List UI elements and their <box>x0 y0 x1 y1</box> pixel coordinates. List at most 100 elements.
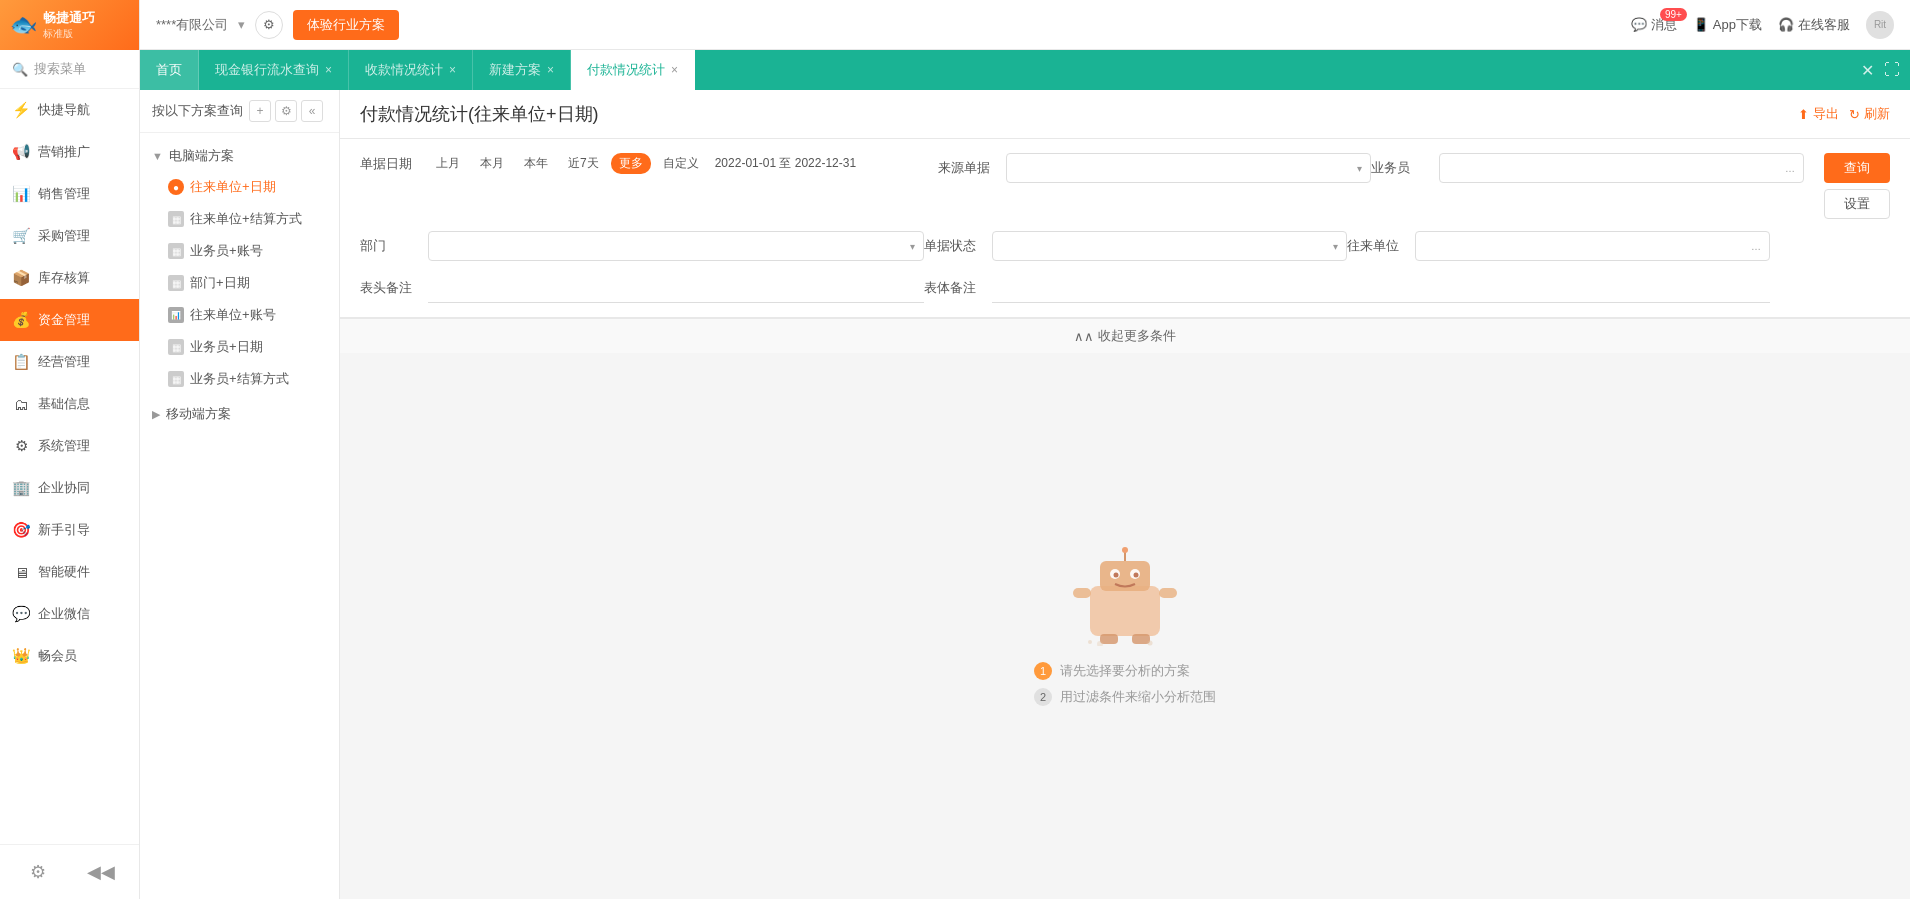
scheme-salesman-date-label: 业务员+日期 <box>190 338 263 356</box>
sidebar-item-basic[interactable]: 🗂 基础信息 <box>0 383 139 425</box>
sidebar-footer: ⚙ ◀◀ <box>0 844 139 899</box>
page-title: 付款情况统计(往来单位+日期) <box>360 102 1798 126</box>
scheme-item-partner-account[interactable]: 📊 往来单位+账号 <box>140 299 339 331</box>
sidebar-item-purchase[interactable]: 🛒 采购管理 <box>0 215 139 257</box>
sidebar-item-wechat[interactable]: 💬 企业微信 <box>0 593 139 635</box>
sidebar-item-system[interactable]: ⚙ 系统管理 <box>0 425 139 467</box>
date-tab-custom[interactable]: 自定义 <box>655 153 707 174</box>
scheme-item-salesman-settlement[interactable]: ▦ 业务员+结算方式 <box>140 363 339 395</box>
partner-select-arrow: … <box>1751 241 1761 252</box>
salesman-label: 业务员 <box>1371 159 1431 177</box>
scheme-item-partner-date[interactable]: ● 往来单位+日期 <box>140 171 339 203</box>
mobile-group-title: 移动端方案 <box>166 405 231 423</box>
query-btn[interactable]: 查询 <box>1824 153 1890 183</box>
sidebar-search[interactable]: 🔍 搜索菜单 <box>0 50 139 89</box>
scheme-item-partner-settlement[interactable]: ▦ 往来单位+结算方式 <box>140 203 339 235</box>
sidebar-item-capital[interactable]: 💰 资金管理 <box>0 299 139 341</box>
scheme-table-icon-5: ▦ <box>168 371 184 387</box>
sidebar-item-enterprise[interactable]: 🏢 企业协同 <box>0 467 139 509</box>
tab-payment-stats[interactable]: 付款情况统计 × <box>571 50 695 90</box>
settings-footer-btn[interactable]: ⚙ <box>10 855 66 889</box>
operations-label: 经营管理 <box>38 353 90 371</box>
company-dropdown-icon[interactable]: ▾ <box>238 17 245 32</box>
sidebar-item-quick-nav[interactable]: ⚡ 快捷导航 <box>0 89 139 131</box>
date-tab-this-month[interactable]: 本月 <box>472 153 512 174</box>
tab-payment-label: 付款情况统计 <box>587 61 665 79</box>
body-note-label: 表体备注 <box>924 279 984 297</box>
filter-row-3: 表头备注 表体备注 <box>360 273 1890 303</box>
status-select[interactable]: ▾ <box>992 231 1347 261</box>
partner-select[interactable]: … <box>1415 231 1770 261</box>
page-actions: ⬆ 导出 ↻ 刷新 <box>1798 105 1890 123</box>
filter-header-note: 表头备注 <box>360 273 924 303</box>
messages-btn[interactable]: 💬 消息 99+ <box>1631 16 1677 34</box>
date-tab-this-year[interactable]: 本年 <box>516 153 556 174</box>
scheme-partner-account-label: 往来单位+账号 <box>190 306 276 324</box>
sidebar-item-operations[interactable]: 📋 经营管理 <box>0 341 139 383</box>
date-tab-more[interactable]: 更多 <box>611 153 651 174</box>
scheme-item-salesman-account[interactable]: ▦ 业务员+账号 <box>140 235 339 267</box>
logo-text: 畅捷通巧 <box>43 9 95 27</box>
empty-hint-2: 2 用过滤条件来缩小分析范围 <box>1034 688 1216 706</box>
tab-new-scheme-label: 新建方案 <box>489 61 541 79</box>
sidebar-item-inventory[interactable]: 📦 库存核算 <box>0 257 139 299</box>
collapse-more-bar[interactable]: ∧∧ 收起更多条件 <box>340 318 1910 353</box>
date-tab-7days[interactable]: 近7天 <box>560 153 607 174</box>
collapse-sidebar-btn[interactable]: ◀◀ <box>74 855 130 889</box>
tab-new-scheme-close[interactable]: × <box>547 63 554 77</box>
mobile-group-header[interactable]: ▶ 移动端方案 <box>140 399 339 429</box>
search-icon: 🔍 <box>12 62 28 77</box>
filter-row-1: 单据日期 上月 本月 本年 近7天 更多 自定义 2022-01-01 至 20… <box>360 153 1890 219</box>
export-btn[interactable]: ⬆ 导出 <box>1798 105 1839 123</box>
message-icon: 💬 <box>1631 17 1647 32</box>
sidebar-item-marketing[interactable]: 📢 营销推广 <box>0 131 139 173</box>
scheme-settings-btn[interactable]: ⚙ <box>275 100 297 122</box>
tab-receivable-close[interactable]: × <box>449 63 456 77</box>
app-download-btn[interactable]: 📱 App下载 <box>1693 16 1762 34</box>
sidebar-item-hardware[interactable]: 🖥 智能硬件 <box>0 551 139 593</box>
user-avatar[interactable]: Rit <box>1866 11 1894 39</box>
svg-point-14 <box>1148 641 1153 646</box>
mobile-group-collapse-icon: ▶ <box>152 408 160 421</box>
tab-expand-icon[interactable]: ⛶ <box>1884 61 1900 79</box>
topbar-settings-btn[interactable]: ⚙ <box>255 11 283 39</box>
wechat-label: 企业微信 <box>38 605 90 623</box>
desktop-group-header[interactable]: ▼ 电脑端方案 <box>140 141 339 171</box>
sidebar-item-guide[interactable]: 🎯 新手引导 <box>0 509 139 551</box>
tab-cash-flow[interactable]: 现金银行流水查询 × <box>199 50 349 90</box>
filter-source: 来源单据 ▾ <box>938 153 1371 183</box>
trial-btn[interactable]: 体验行业方案 <box>293 10 399 40</box>
header-note-input[interactable] <box>428 273 924 303</box>
date-tabs: 上月 本月 本年 近7天 更多 自定义 2022-01-01 至 2022-12… <box>428 153 856 174</box>
tab-payment-close[interactable]: × <box>671 63 678 77</box>
hardware-label: 智能硬件 <box>38 563 90 581</box>
tab-cash-flow-close[interactable]: × <box>325 63 332 77</box>
online-service-btn[interactable]: 🎧 在线客服 <box>1778 16 1850 34</box>
body-note-input[interactable] <box>992 273 1770 303</box>
tab-close-all-icon[interactable]: ✕ <box>1861 61 1874 80</box>
inventory-icon: 📦 <box>12 269 30 287</box>
scheme-item-dept-date[interactable]: ▦ 部门+日期 <box>140 267 339 299</box>
date-tab-last-month[interactable]: 上月 <box>428 153 468 174</box>
tab-home[interactable]: 首页 <box>140 50 199 90</box>
version-label: 标准版 <box>43 27 95 41</box>
scheme-table-icon-2: ▦ <box>168 243 184 259</box>
sidebar-item-member[interactable]: 👑 畅会员 <box>0 635 139 677</box>
tab-new-scheme[interactable]: 新建方案 × <box>473 50 571 90</box>
guide-label: 新手引导 <box>38 521 90 539</box>
salesman-select[interactable]: … <box>1439 153 1804 183</box>
tab-receivable[interactable]: 收款情况统计 × <box>349 50 473 90</box>
export-icon: ⬆ <box>1798 107 1809 122</box>
svg-point-12 <box>1088 640 1092 644</box>
svg-rect-0 <box>1090 586 1160 636</box>
settings-btn[interactable]: 设置 <box>1824 189 1890 219</box>
dept-select[interactable]: ▾ <box>428 231 924 261</box>
source-select[interactable]: ▾ <box>1006 153 1371 183</box>
collapse-panel-btn[interactable]: « <box>301 100 323 122</box>
avatar-placeholder: Rit <box>1874 19 1886 30</box>
scheme-item-salesman-date[interactable]: ▦ 业务员+日期 <box>140 331 339 363</box>
add-scheme-btn[interactable]: + <box>249 100 271 122</box>
sidebar-item-sales[interactable]: 📊 销售管理 <box>0 173 139 215</box>
refresh-btn[interactable]: ↻ 刷新 <box>1849 105 1890 123</box>
svg-point-4 <box>1114 573 1119 578</box>
